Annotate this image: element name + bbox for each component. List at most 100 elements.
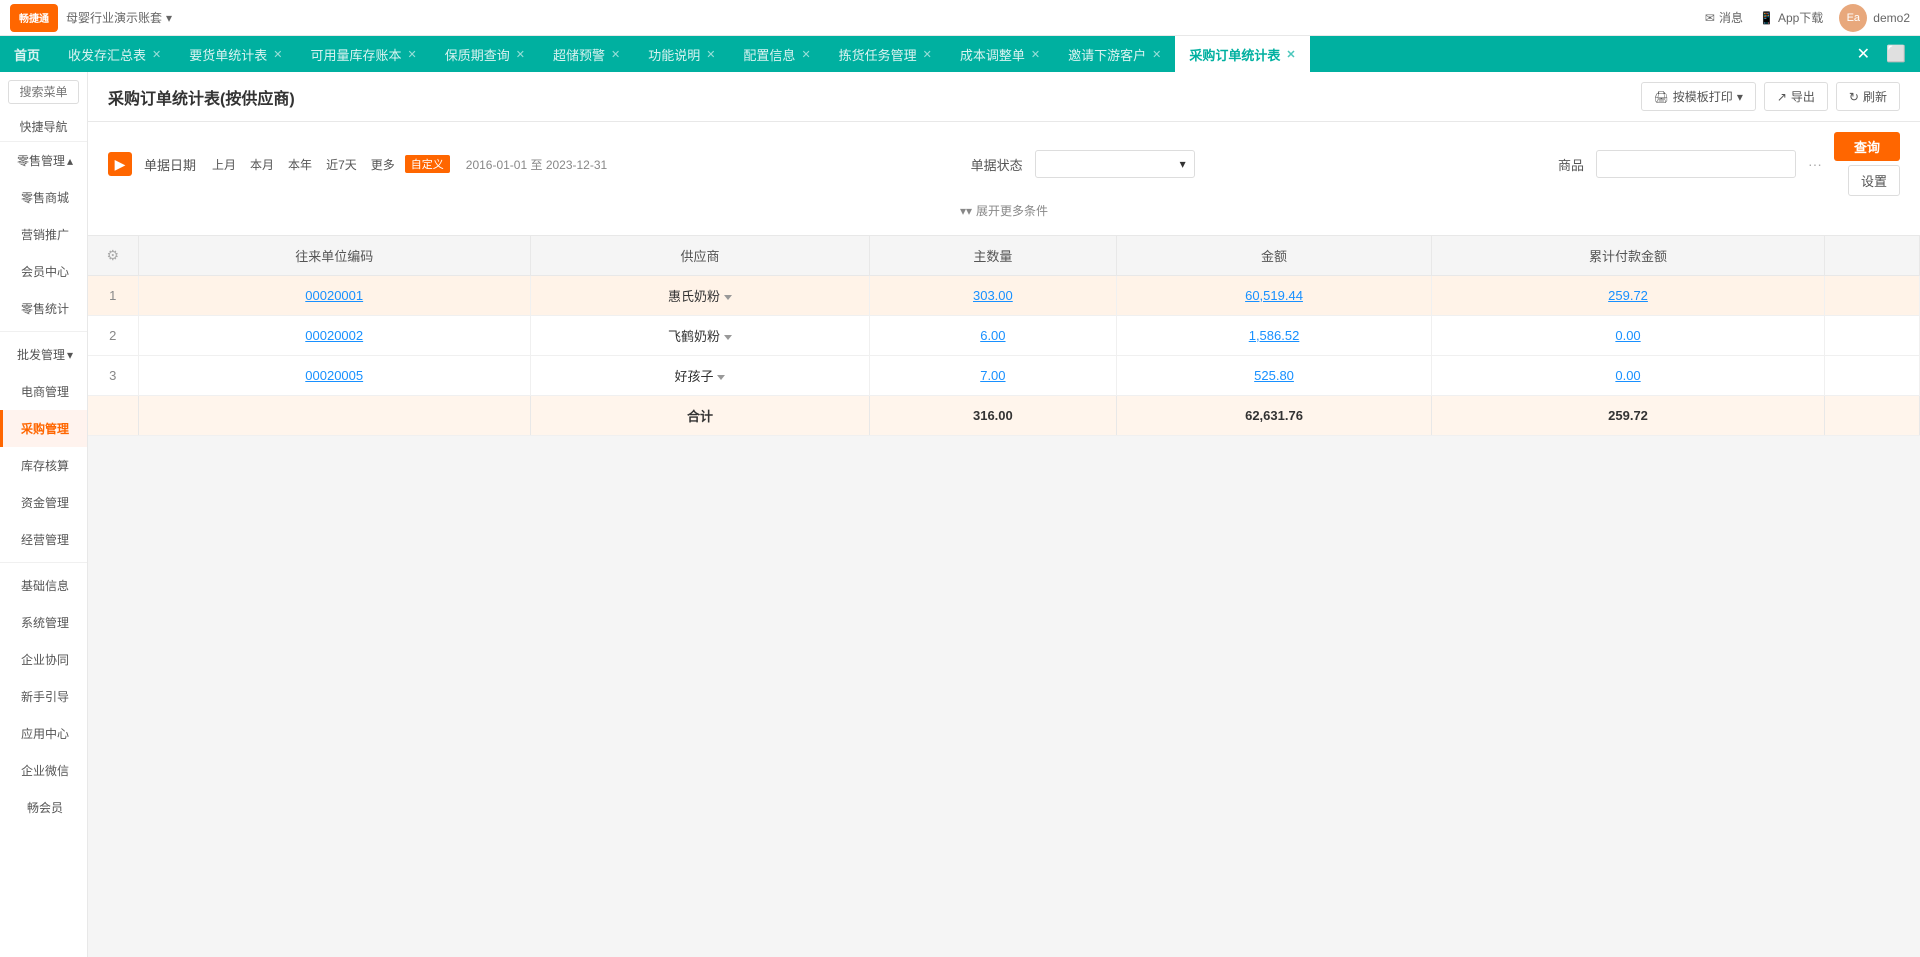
- close-icon[interactable]: ✕: [801, 48, 810, 61]
- sidebar-item-guide[interactable]: 新手引导: [0, 678, 87, 715]
- filter-toggle-button[interactable]: ▶: [108, 152, 132, 176]
- sidebar-item-ecommerce[interactable]: 电商管理: [0, 373, 87, 410]
- supplier-arrow-icon[interactable]: [717, 375, 725, 380]
- main-content: 采购订单统计表(按供应商) 🖨 按模板打印 ▾ ↗ 导出 ↻ 刷新: [88, 72, 1920, 957]
- chevron-down-icon: ▾: [67, 348, 73, 362]
- sidebar-item-operations[interactable]: 经营管理: [0, 521, 87, 558]
- row-supplier: 好孩子: [530, 356, 869, 396]
- sidebar-item-retail-mall[interactable]: 零售商城: [0, 179, 87, 216]
- close-icon[interactable]: ✕: [408, 48, 417, 61]
- sidebar-item-enterprise[interactable]: 企业协同: [0, 641, 87, 678]
- message-icon: ✉: [1705, 11, 1715, 25]
- row-qty[interactable]: 6.00: [870, 316, 1117, 356]
- row-qty[interactable]: 7.00: [870, 356, 1117, 396]
- close-icon[interactable]: ✕: [273, 48, 282, 61]
- row-code[interactable]: 00020001: [138, 276, 530, 316]
- refresh-button[interactable]: ↻ 刷新: [1836, 82, 1900, 111]
- tab-peizhhi[interactable]: 配置信息 ✕: [729, 36, 824, 72]
- settings-button[interactable]: 设置: [1848, 165, 1900, 196]
- shortcut-7days[interactable]: 近7天: [322, 154, 361, 175]
- row-amount[interactable]: 60,519.44: [1116, 276, 1432, 316]
- tab-yaohuo[interactable]: 要货单统计表 ✕: [175, 36, 296, 72]
- chevron-down-icon: ▴: [67, 154, 73, 168]
- message-button[interactable]: ✉ 消息: [1705, 9, 1743, 26]
- user-profile[interactable]: Ea demo2: [1839, 4, 1910, 32]
- workspace-selector[interactable]: 母婴行业演示账套 ▾: [66, 9, 172, 26]
- date-filter-label: 单据日期: [144, 155, 196, 174]
- tab-baozhi[interactable]: 保质期查询 ✕: [431, 36, 539, 72]
- close-icon[interactable]: ✕: [1031, 48, 1040, 61]
- row-paid[interactable]: 0.00: [1432, 356, 1824, 396]
- sidebar-item-marketing[interactable]: 营销推广: [0, 216, 87, 253]
- close-icon[interactable]: ✕: [152, 48, 161, 61]
- sidebar-item-member2[interactable]: 畅会员: [0, 789, 87, 826]
- shortcut-this-year[interactable]: 本年: [284, 154, 316, 175]
- sidebar-item-appstore[interactable]: 应用中心: [0, 715, 87, 752]
- tab-chengben[interactable]: 成本调整单 ✕: [946, 36, 1054, 72]
- sidebar-item-wholesale[interactable]: 批发管理 ▾: [0, 336, 87, 373]
- row-paid[interactable]: 259.72: [1432, 276, 1824, 316]
- row-index: 2: [88, 316, 138, 356]
- tab-yaoqing[interactable]: 邀请下游客户 ✕: [1054, 36, 1175, 72]
- nav-close-icon[interactable]: ✕: [1851, 42, 1876, 66]
- query-button[interactable]: 查询: [1834, 132, 1900, 161]
- shortcut-this-month[interactable]: 本月: [246, 154, 278, 175]
- sidebar-divider-2: [0, 562, 87, 563]
- status-select[interactable]: ▾: [1035, 150, 1195, 178]
- goods-input[interactable]: [1596, 150, 1796, 178]
- phone-icon: 📱: [1759, 11, 1774, 25]
- tab-gongneng[interactable]: 功能说明 ✕: [634, 36, 729, 72]
- row-paid[interactable]: 0.00: [1432, 316, 1824, 356]
- close-icon[interactable]: ✕: [611, 48, 620, 61]
- page-header: 采购订单统计表(按供应商) 🖨 按模板打印 ▾ ↗ 导出 ↻ 刷新: [88, 72, 1920, 122]
- more-icon[interactable]: ···: [1808, 156, 1822, 172]
- workspace-arrow-icon: ▾: [166, 11, 172, 25]
- sidebar-item-wechat[interactable]: 企业微信: [0, 752, 87, 789]
- nav-expand-icon[interactable]: ⬜: [1880, 42, 1912, 66]
- row-code[interactable]: 00020002: [138, 316, 530, 356]
- supplier-arrow-icon[interactable]: [724, 295, 732, 300]
- sidebar-item-basic-info[interactable]: 基础信息: [0, 567, 87, 604]
- shortcut-more[interactable]: 更多: [367, 154, 399, 175]
- row-supplier: 飞鹤奶粉: [530, 316, 869, 356]
- close-icon[interactable]: ✕: [923, 48, 932, 61]
- search-input[interactable]: [8, 80, 79, 104]
- col-paid: 累计付款金额: [1432, 236, 1824, 276]
- tab-caigou-active[interactable]: 采购订单统计表 ✕: [1175, 36, 1309, 72]
- supplier-arrow-icon[interactable]: [724, 335, 732, 340]
- export-button[interactable]: ↗ 导出: [1764, 82, 1828, 111]
- close-icon[interactable]: ✕: [1152, 48, 1161, 61]
- shortcut-last-month[interactable]: 上月: [208, 154, 240, 175]
- gear-icon[interactable]: ⚙: [106, 247, 119, 263]
- tab-jianhuo[interactable]: 拣货任务管理 ✕: [825, 36, 946, 72]
- sidebar-item-inventory[interactable]: 库存核算: [0, 447, 87, 484]
- tab-chaochuu[interactable]: 超储预警 ✕: [539, 36, 634, 72]
- close-icon[interactable]: ✕: [516, 48, 525, 61]
- sidebar-item-retail-stats[interactable]: 零售统计: [0, 290, 87, 327]
- custom-date-badge[interactable]: 自定义: [405, 155, 450, 173]
- print-button[interactable]: 🖨 按模板打印 ▾: [1641, 82, 1756, 111]
- row-code[interactable]: 00020005: [138, 356, 530, 396]
- tab-home[interactable]: 首页: [0, 36, 54, 72]
- close-icon[interactable]: ✕: [706, 48, 715, 61]
- sidebar-item-purchase[interactable]: 采购管理: [0, 410, 87, 447]
- close-icon[interactable]: ✕: [1286, 48, 1295, 61]
- filter-row-main: ▶ 单据日期 上月 本月 本年 近7天 更多 自定义 2016-01-01 至 …: [108, 132, 1900, 196]
- sidebar-item-system[interactable]: 系统管理: [0, 604, 87, 641]
- row-qty[interactable]: 303.00: [870, 276, 1117, 316]
- app-download-button[interactable]: 📱 App下载: [1759, 9, 1823, 26]
- refresh-icon: ↻: [1849, 90, 1859, 104]
- nav-tabs-right: ✕ ⬜: [1851, 42, 1920, 66]
- tab-kuyong[interactable]: 可用量库存账本 ✕: [296, 36, 430, 72]
- tab-shoufacun[interactable]: 收发存汇总表 ✕: [54, 36, 175, 72]
- row-amount[interactable]: 525.80: [1116, 356, 1432, 396]
- row-supplier: 惠氏奶粉: [530, 276, 869, 316]
- sidebar-item-retail-mgmt[interactable]: 零售管理 ▴: [0, 142, 87, 179]
- expand-more-button[interactable]: ▾▾ 展开更多条件: [108, 196, 1900, 225]
- row-index: 1: [88, 276, 138, 316]
- row-amount[interactable]: 1,586.52: [1116, 316, 1432, 356]
- print-arrow-icon: ▾: [1737, 90, 1743, 104]
- sidebar-item-member[interactable]: 会员中心: [0, 253, 87, 290]
- shortcut-nav[interactable]: 快捷导航: [0, 112, 87, 142]
- sidebar-item-finance[interactable]: 资金管理: [0, 484, 87, 521]
